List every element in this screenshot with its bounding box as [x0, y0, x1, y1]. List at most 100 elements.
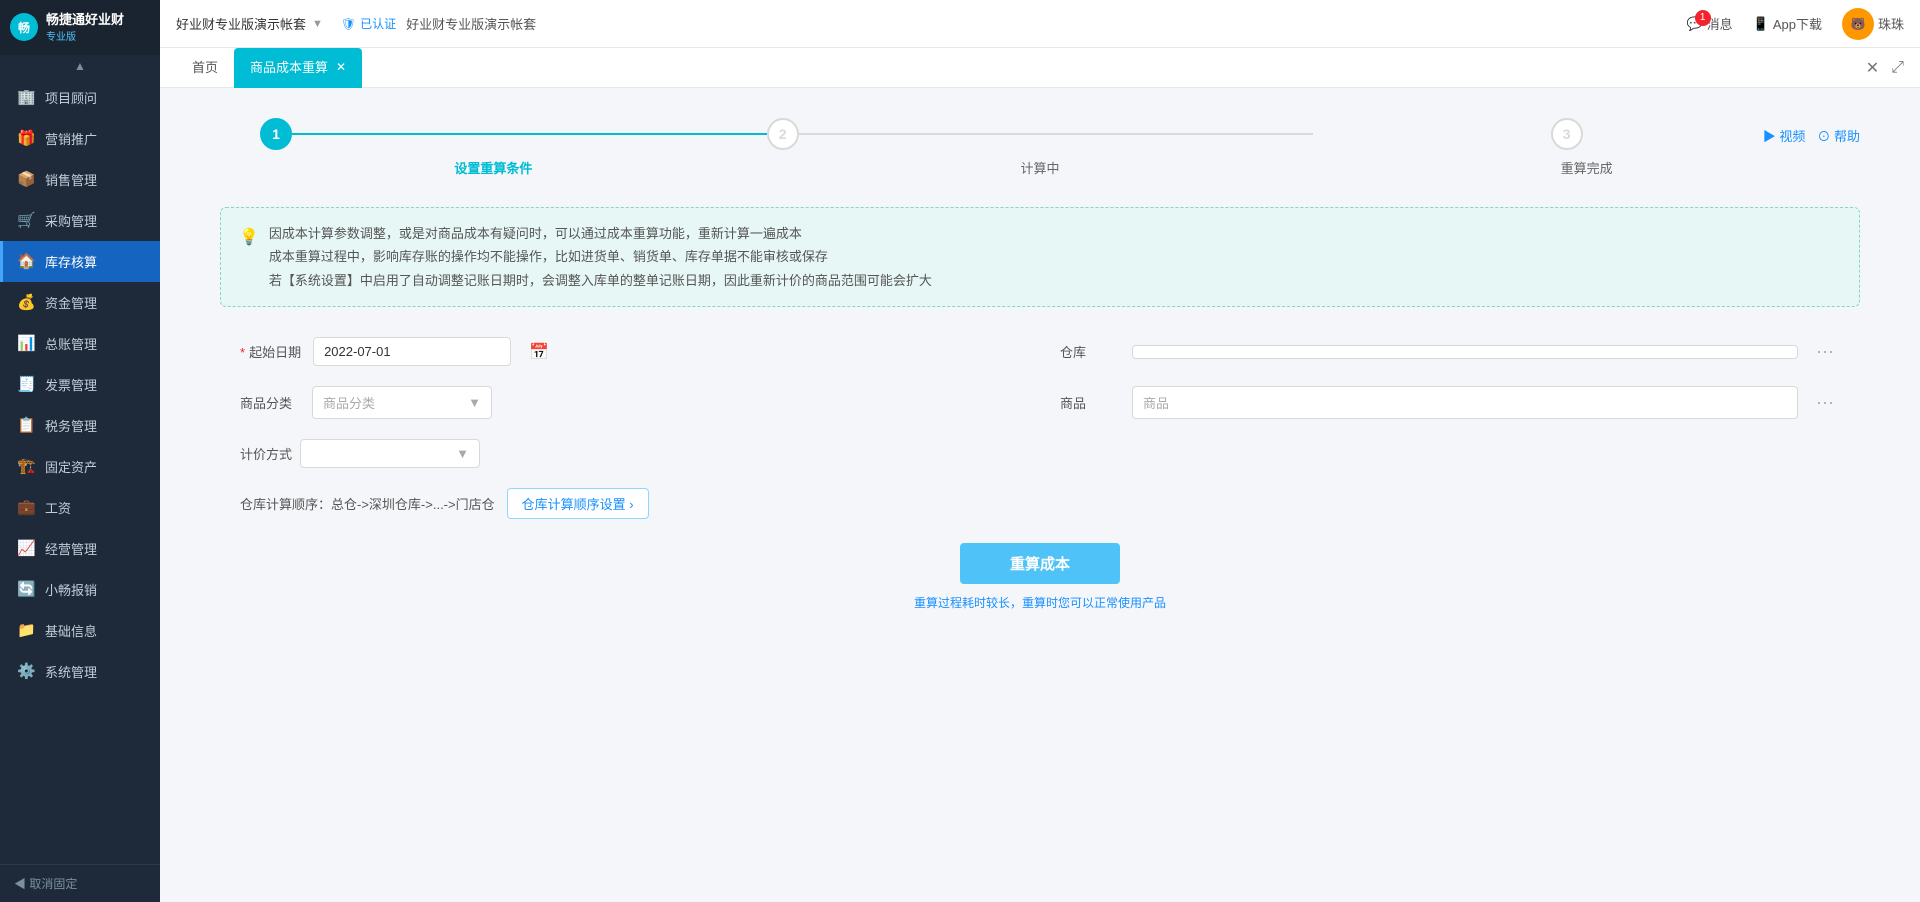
- step-1: 1 设置重算条件: [220, 118, 767, 177]
- category-placeholder: 商品分类: [323, 393, 375, 412]
- start-date-input[interactable]: [313, 337, 511, 366]
- message-badge: 1: [1695, 10, 1711, 26]
- message-action[interactable]: 💬 1 消息: [1686, 14, 1732, 33]
- sidebar-label-finance: 资金管理: [45, 293, 97, 312]
- calendar-icon[interactable]: 📅: [529, 342, 549, 362]
- warehouse-input[interactable]: [1132, 345, 1798, 359]
- form-row-2: 商品分类 商品分类 ▼ 商品 商品 ···: [240, 386, 1840, 419]
- business-icon: 📈: [17, 539, 35, 557]
- step-2-line: [799, 133, 1314, 135]
- sidebar-footer-cancel-pin[interactable]: ◀ 取消固定: [0, 864, 160, 902]
- form-row-1: *起始日期 📅 仓库 ···: [240, 337, 1840, 366]
- required-star: *: [240, 345, 245, 360]
- submit-hint: 重算过程耗时较长，重算时您可以正常使用产品: [914, 594, 1166, 611]
- sidebar-item-inventory[interactable]: 🏠库存核算: [0, 241, 160, 282]
- sidebar-item-invoice[interactable]: 🧾 发票管理: [0, 364, 160, 405]
- sidebar-item-project[interactable]: 🏢项目顾问: [0, 77, 160, 118]
- app-download-label: App下载: [1773, 14, 1822, 33]
- sidebar-label-purchase: 采购管理: [45, 211, 97, 230]
- sidebar-label-tax: 税务管理: [45, 416, 97, 435]
- tab-home-label: 首页: [192, 57, 218, 76]
- sidebar-label-project: 项目顾问: [45, 88, 97, 107]
- sidebar-item-purchase[interactable]: 🛒 采购管理: [0, 200, 160, 241]
- goods-field: 商品 商品 ···: [1060, 386, 1840, 419]
- sidebar-label-system: 系统管理: [45, 662, 97, 681]
- purchase-icon: 🛒: [17, 211, 35, 229]
- phone-icon: 📱: [1753, 16, 1769, 32]
- expense-icon: 🔄: [17, 580, 35, 598]
- calc-order-btn[interactable]: 仓库计算顺序设置 ›: [507, 488, 649, 519]
- maximize-icon[interactable]: ⤢: [1891, 59, 1904, 77]
- pricing-select[interactable]: ▼: [300, 439, 480, 468]
- sidebar-label-invoice: 发票管理: [45, 375, 97, 394]
- warehouse-field: 仓库 ···: [1060, 341, 1840, 362]
- goods-input[interactable]: 商品: [1132, 386, 1798, 419]
- sidebar-item-sales[interactable]: 📦销售管理: [0, 159, 160, 200]
- marketing-icon: 🎁: [17, 129, 35, 147]
- step-3-circle: 3: [1551, 118, 1583, 150]
- sidebar-item-system[interactable]: ⚙️ 系统管理: [0, 651, 160, 692]
- tab-cost-recalc[interactable]: 商品成本重算 ✕: [234, 48, 362, 88]
- goods-more-icon[interactable]: ···: [1810, 392, 1840, 413]
- submit-button[interactable]: 重算成本: [960, 543, 1120, 584]
- account-name: 好业财专业版演示帐套: [176, 14, 306, 33]
- tab-home[interactable]: 首页: [176, 48, 234, 88]
- sidebar-label-business: 经营管理: [45, 539, 97, 558]
- user-profile[interactable]: 🐻 珠珠: [1842, 8, 1904, 40]
- topbar-account[interactable]: 好业财专业版演示帐套 ▼: [176, 14, 323, 33]
- step-2-circle: 2: [767, 118, 799, 150]
- warehouse-label: 仓库: [1060, 342, 1120, 361]
- warehouse-more-icon[interactable]: ···: [1810, 341, 1840, 362]
- sidebar-label-expense: 小畅报销: [45, 580, 97, 599]
- topbar: 好业财专业版演示帐套 ▼ 🛡 已认证 好业财专业版演示帐套 💬 1 消息 📱 A…: [160, 0, 1920, 48]
- sidebar-item-expense[interactable]: 🔄 小畅报销: [0, 569, 160, 610]
- sidebar-item-payroll[interactable]: 💼 工资: [0, 487, 160, 528]
- help-link[interactable]: ⊙ 帮助: [1817, 126, 1860, 145]
- goods-label: 商品: [1060, 393, 1120, 412]
- system-icon: ⚙️: [17, 662, 35, 680]
- demo-account-name: 好业财专业版演示帐套: [406, 14, 536, 33]
- sidebar-label-payroll: 工资: [45, 498, 71, 517]
- payroll-icon: 💼: [17, 498, 35, 516]
- sidebar-item-tax[interactable]: 📋税务管理: [0, 405, 160, 446]
- basic-icon: 📁: [17, 621, 35, 639]
- sidebar-item-business[interactable]: 📈 经营管理: [0, 528, 160, 569]
- tabbar-controls: ✕ ⤢: [1866, 58, 1904, 78]
- sidebar-nav: 🏢项目顾问 🎁 营销推广 📦销售管理 🛒 采购管理 🏠库存核算 💰 资金管理 📊总账管理 🧾 发票管理…: [0, 77, 160, 864]
- start-date-label: *起始日期: [240, 342, 301, 361]
- video-link[interactable]: ▶ 视频: [1763, 126, 1806, 145]
- topbar-verified: 🛡 已认证: [341, 15, 396, 32]
- sidebar-item-basic[interactable]: 📁基础信息: [0, 610, 160, 651]
- sidebar-scroll-up[interactable]: ▲: [0, 55, 160, 77]
- calc-order-btn-label: 仓库计算顺序设置 ›: [522, 494, 634, 513]
- info-line-1: 因成本计算参数调整，或是对商品成本有疑问时，可以通过成本重算功能，重新计算一遍成…: [269, 222, 932, 245]
- tab-close-icon[interactable]: ✕: [336, 60, 346, 74]
- calc-order-row: 仓库计算顺序：总仓->深圳仓库->...->门店仓 仓库计算顺序设置 ›: [240, 488, 1840, 519]
- cancel-pin-label: ◀ 取消固定: [14, 875, 77, 892]
- sidebar-item-accounting[interactable]: 📊总账管理: [0, 323, 160, 364]
- page-content: 1 设置重算条件 2 计算中 3 重算完成 ▶ 视频: [160, 88, 1920, 902]
- sidebar-subtitle: 专业版: [46, 28, 124, 43]
- category-select[interactable]: 商品分类 ▼: [312, 386, 492, 419]
- submit-label: 重算成本: [1010, 556, 1070, 573]
- finance-icon: 💰: [17, 293, 35, 311]
- close-window-icon[interactable]: ✕: [1866, 58, 1879, 78]
- user-name: 珠珠: [1878, 14, 1904, 33]
- accounting-icon: 📊: [17, 334, 35, 352]
- app-download-action[interactable]: 📱 App下载: [1753, 14, 1822, 33]
- sidebar-title-block: 畅捷通好业财 专业版: [46, 12, 124, 43]
- sidebar-item-assets[interactable]: 🏗️固定资产: [0, 446, 160, 487]
- sidebar-label-marketing: 营销推广: [45, 129, 97, 148]
- sidebar-item-marketing[interactable]: 🎁 营销推广: [0, 118, 160, 159]
- sidebar-item-finance[interactable]: 💰 资金管理: [0, 282, 160, 323]
- info-icon: 💡: [239, 224, 259, 292]
- invoice-icon: 🧾: [17, 375, 35, 393]
- sidebar-label-inventory: 库存核算: [45, 252, 97, 271]
- sales-icon: 📦: [17, 170, 35, 188]
- sidebar: 畅 畅捷通好业财 专业版 ▲ 🏢项目顾问 🎁 营销推广 📦销售管理 🛒 采购管理 🏠库存核算…: [0, 0, 160, 902]
- tab-active-label: 商品成本重算: [250, 57, 328, 76]
- avatar: 🐻: [1842, 8, 1874, 40]
- sidebar-header: 畅 畅捷通好业财 专业版: [0, 0, 160, 55]
- tabbar: 首页 商品成本重算 ✕ ✕ ⤢: [160, 48, 1920, 88]
- start-date-field: *起始日期 📅: [240, 337, 1020, 366]
